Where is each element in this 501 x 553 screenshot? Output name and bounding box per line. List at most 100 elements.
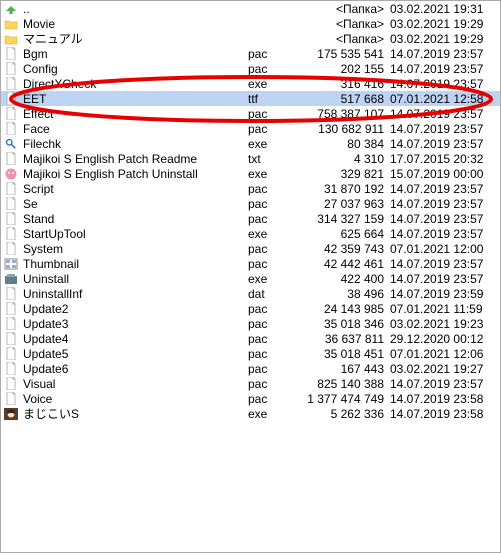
file-date: 14.07.2019 23:57 xyxy=(390,257,500,271)
file-row[interactable]: まじこいSexe5 262 33614.07.2019 23:58 xyxy=(1,406,500,421)
file-row[interactable]: Voicepac1 377 474 74914.07.2019 23:58 xyxy=(1,391,500,406)
file-icon xyxy=(3,122,19,136)
file-date: 14.07.2019 23:59 xyxy=(390,287,500,301)
file-size: 42 359 743 xyxy=(290,242,390,256)
file-icon xyxy=(3,92,19,106)
file-icon xyxy=(3,347,19,361)
file-row[interactable]: Systempac42 359 74307.01.2021 12:00 xyxy=(1,241,500,256)
file-size: 758 387 107 xyxy=(290,107,390,121)
file-size: 80 384 xyxy=(290,137,390,151)
file-ext: pac xyxy=(248,392,290,406)
file-row[interactable]: Configpac202 15514.07.2019 23:57 xyxy=(1,61,500,76)
file-row[interactable]: Bgmpac175 535 54114.07.2019 23:57 xyxy=(1,46,500,61)
file-icon xyxy=(3,182,19,196)
file-size: 35 018 346 xyxy=(290,317,390,331)
file-date: 14.07.2019 23:57 xyxy=(390,137,500,151)
file-size: 825 140 388 xyxy=(290,377,390,391)
file-date: 03.02.2021 19:29 xyxy=(390,32,500,46)
file-name: Majikoi S English Patch Uninstall xyxy=(21,167,248,181)
file-ext: exe xyxy=(248,167,290,181)
file-ext: pac xyxy=(248,242,290,256)
file-date: 14.07.2019 23:57 xyxy=(390,77,500,91)
file-date: 14.07.2019 23:57 xyxy=(390,182,500,196)
file-row[interactable]: UninstallInfdat38 49614.07.2019 23:59 xyxy=(1,286,500,301)
file-ext: pac xyxy=(248,377,290,391)
file-row[interactable]: ..<Папка>03.02.2021 19:31 xyxy=(1,1,500,16)
file-icon xyxy=(3,212,19,226)
file-size: 24 143 985 xyxy=(290,302,390,316)
file-row[interactable]: Update4pac36 637 81129.12.2020 00:12 xyxy=(1,331,500,346)
file-date: 07.01.2021 12:06 xyxy=(390,347,500,361)
file-ext: exe xyxy=(248,137,290,151)
file-name: Update3 xyxy=(21,317,248,331)
thumb-icon xyxy=(3,257,19,271)
file-icon xyxy=(3,332,19,346)
file-name: Visual xyxy=(21,377,248,391)
file-size: 130 682 911 xyxy=(290,122,390,136)
file-size: 314 327 159 xyxy=(290,212,390,226)
file-icon xyxy=(3,62,19,76)
file-name: .. xyxy=(21,2,248,16)
file-row[interactable]: Majikoi S English Patch Readmetxt4 31017… xyxy=(1,151,500,166)
file-icon xyxy=(3,287,19,301)
file-icon xyxy=(3,107,19,121)
file-list[interactable]: ..<Папка>03.02.2021 19:31Movie<Папка>03.… xyxy=(1,1,500,421)
file-row[interactable]: Standpac314 327 15914.07.2019 23:57 xyxy=(1,211,500,226)
file-row[interactable]: Update5pac35 018 45107.01.2021 12:06 xyxy=(1,346,500,361)
file-size: 38 496 xyxy=(290,287,390,301)
file-row[interactable]: Scriptpac31 870 19214.07.2019 23:57 xyxy=(1,181,500,196)
file-icon xyxy=(3,317,19,331)
folder-icon xyxy=(3,17,19,31)
file-size: 27 037 963 xyxy=(290,197,390,211)
file-ext: exe xyxy=(248,227,290,241)
file-icon xyxy=(3,77,19,91)
file-date: 07.01.2021 12:00 xyxy=(390,242,500,256)
file-ext: pac xyxy=(248,347,290,361)
file-date: 15.07.2019 00:00 xyxy=(390,167,500,181)
file-row[interactable]: Update3pac35 018 34603.02.2021 19:23 xyxy=(1,316,500,331)
file-date: 14.07.2019 23:58 xyxy=(390,407,500,421)
file-row[interactable]: StartUpToolexe625 66414.07.2019 23:57 xyxy=(1,226,500,241)
file-icon xyxy=(3,362,19,376)
file-name: Stand xyxy=(21,212,248,226)
file-ext: pac xyxy=(248,47,290,61)
file-ext: pac xyxy=(248,107,290,121)
file-row[interactable]: Sepac27 037 96314.07.2019 23:57 xyxy=(1,196,500,211)
file-row[interactable]: Uninstallexe422 40014.07.2019 23:57 xyxy=(1,271,500,286)
file-row[interactable]: Update6pac167 44303.02.2021 19:27 xyxy=(1,361,500,376)
file-row[interactable]: EETttf517 66807.01.2021 12:58 xyxy=(1,91,500,106)
file-row[interactable]: Movie<Папка>03.02.2021 19:29 xyxy=(1,16,500,31)
file-row[interactable]: Facepac130 682 91114.07.2019 23:57 xyxy=(1,121,500,136)
file-date: 14.07.2019 23:57 xyxy=(390,107,500,121)
file-date: 14.07.2019 23:57 xyxy=(390,62,500,76)
file-ext: pac xyxy=(248,197,290,211)
file-name: Voice xyxy=(21,392,248,406)
file-name: まじこいS xyxy=(21,405,248,422)
file-name: マニュアル xyxy=(21,30,248,47)
file-size: 36 637 811 xyxy=(290,332,390,346)
file-date: 03.02.2021 19:29 xyxy=(390,17,500,31)
file-size: 31 870 192 xyxy=(290,182,390,196)
file-row[interactable]: Update2pac24 143 98507.01.2021 11:59 xyxy=(1,301,500,316)
file-row[interactable]: Filechkexe80 38414.07.2019 23:57 xyxy=(1,136,500,151)
file-size: 35 018 451 xyxy=(290,347,390,361)
file-ext: exe xyxy=(248,77,290,91)
file-date: 14.07.2019 23:57 xyxy=(390,377,500,391)
file-name: Face xyxy=(21,122,248,136)
file-size: 4 310 xyxy=(290,152,390,166)
file-row[interactable]: DirectXCheckexe316 41614.07.2019 23:57 xyxy=(1,76,500,91)
file-row[interactable]: Majikoi S English Patch Uninstallexe329 … xyxy=(1,166,500,181)
file-row[interactable]: Visualpac825 140 38814.07.2019 23:57 xyxy=(1,376,500,391)
file-date: 14.07.2019 23:57 xyxy=(390,227,500,241)
file-row[interactable]: マニュアル<Папка>03.02.2021 19:29 xyxy=(1,31,500,46)
file-row[interactable]: Thumbnailpac42 442 46114.07.2019 23:57 xyxy=(1,256,500,271)
file-name: Update2 xyxy=(21,302,248,316)
un-icon xyxy=(3,272,19,286)
file-icon xyxy=(3,47,19,61)
file-name: Update4 xyxy=(21,332,248,346)
file-ext: pac xyxy=(248,332,290,346)
file-row[interactable]: Effectpac758 387 10714.07.2019 23:57 xyxy=(1,106,500,121)
file-ext: pac xyxy=(248,257,290,271)
file-name: Thumbnail xyxy=(21,257,248,271)
file-size: 175 535 541 xyxy=(290,47,390,61)
